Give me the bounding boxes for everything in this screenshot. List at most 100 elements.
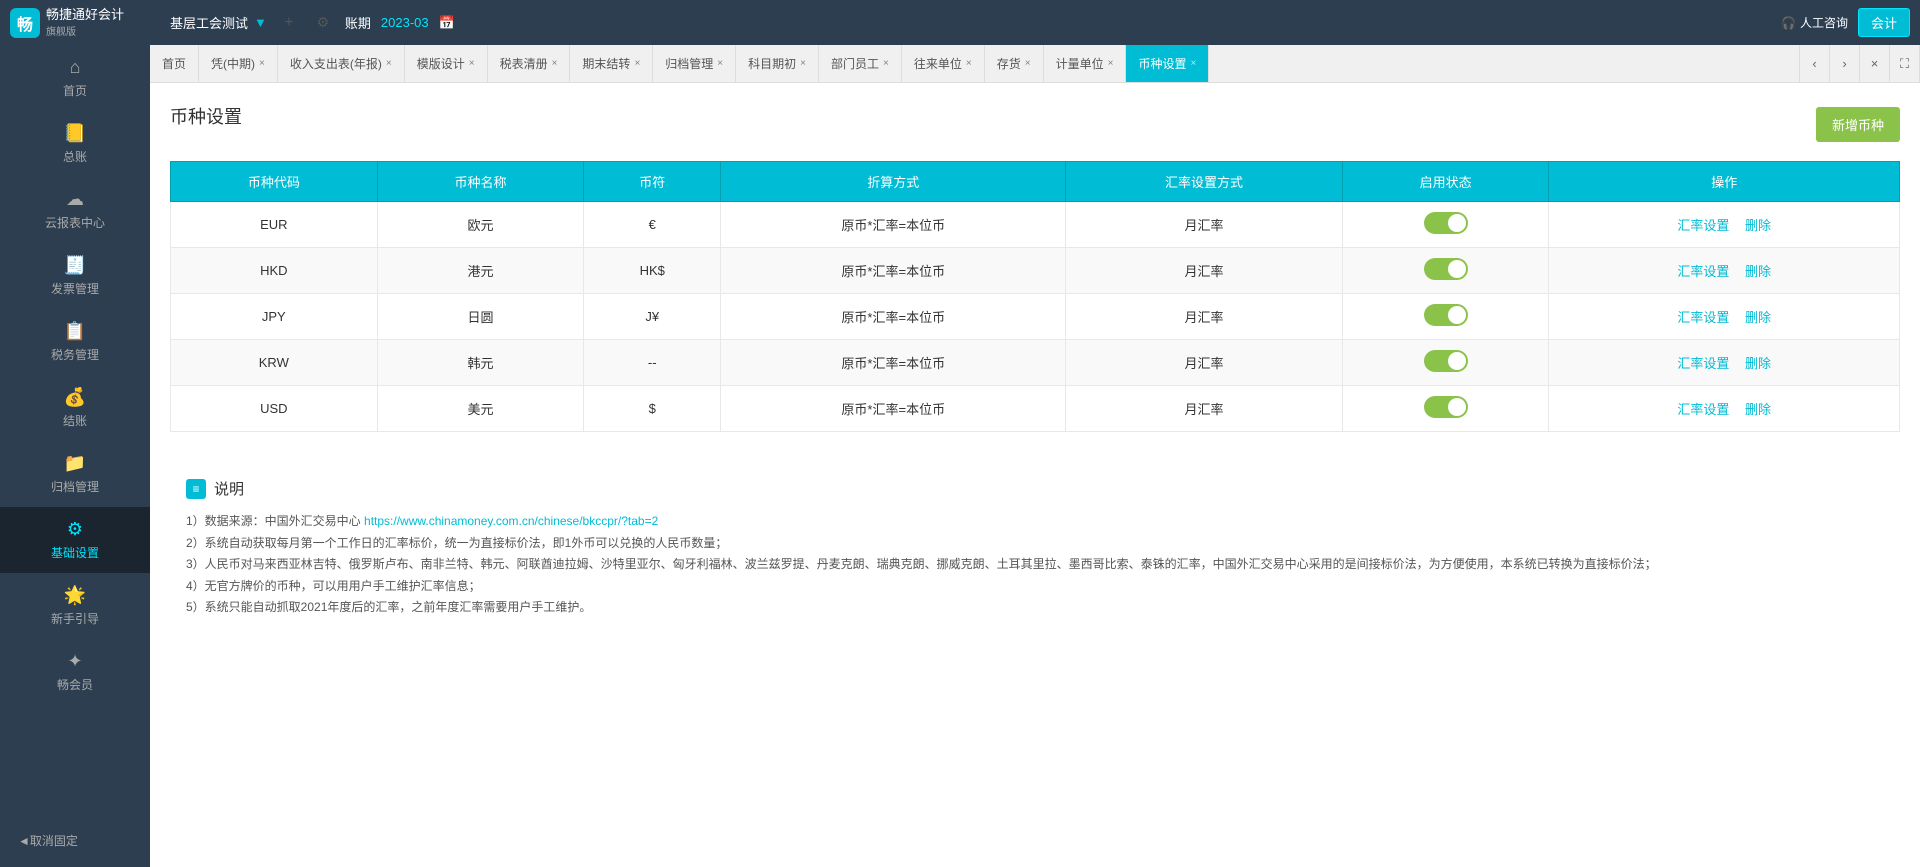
tab-period-end-close[interactable]: × [634,58,640,69]
tab-inventory[interactable]: 存货 × [985,45,1044,82]
tab-close-all-button[interactable]: × [1860,45,1890,83]
sidebar-label-basic-settings: 基础设置 [51,544,99,561]
rate-setting-link[interactable]: 汇率设置 [1677,264,1729,279]
cell-symbol: $ [584,386,721,432]
toggle-track [1424,396,1468,418]
help-button[interactable]: 🎧 人工咨询 [1781,14,1848,31]
rate-setting-link[interactable]: 汇率设置 [1677,356,1729,371]
cell-rate-method: 月汇率 [1066,386,1342,432]
cell-rate-method: 月汇率 [1066,248,1342,294]
tab-template[interactable]: 模版设计 × [405,45,488,82]
tab-unit-close[interactable]: × [1108,58,1114,69]
tab-inventory-close[interactable]: × [1025,58,1031,69]
toggle-track [1424,212,1468,234]
toggle-enabled[interactable] [1424,304,1468,326]
table-row: USD 美元 $ 原币*汇率=本位币 月汇率 汇率设置 删除 [171,386,1900,432]
cell-status [1342,294,1549,340]
delete-link[interactable]: 删除 [1745,310,1771,325]
new-currency-button[interactable]: 新增币种 [1816,107,1900,142]
sidebar-label-guide: 新手引导 [51,610,99,627]
ledger-icon: 📒 [64,123,86,144]
rate-setting-link[interactable]: 汇率设置 [1677,218,1729,233]
tab-department[interactable]: 部门员工 × [819,45,902,82]
basic-settings-icon: ⚙ [67,519,83,540]
toggle-enabled[interactable] [1424,212,1468,234]
help-label: 人工咨询 [1800,14,1848,31]
sidebar-item-reports[interactable]: ☁ 云报表中心 [0,177,150,243]
col-header-calc: 折算方式 [721,162,1066,202]
tab-department-close[interactable]: × [883,58,889,69]
toggle-enabled[interactable] [1424,396,1468,418]
tab-next-button[interactable]: › [1830,45,1860,83]
sidebar-item-tax[interactable]: 📋 税务管理 [0,309,150,375]
settings-icon[interactable]: ⚙ [311,11,335,35]
toggle-thumb [1448,214,1466,232]
col-header-status: 启用状态 [1342,162,1549,202]
main-layout: ⌂ 首页 📒 总账 ☁ 云报表中心 🧾 发票管理 📋 税务管理 💰 结账 📁 归… [0,45,1920,867]
sidebar-item-invoice[interactable]: 🧾 发票管理 [0,243,150,309]
tab-contacts[interactable]: 往来单位 × [902,45,985,82]
tab-voucher-close[interactable]: × [259,58,265,69]
sidebar-item-member[interactable]: ✦ 畅会员 [0,639,150,705]
delete-link[interactable]: 删除 [1745,218,1771,233]
tab-currency[interactable]: 币种设置 × [1126,45,1209,82]
notes-item: 4）无官方牌价的币种，可以用用户手工维护汇率信息； [186,576,1884,598]
toggle-enabled[interactable] [1424,350,1468,372]
tab-voucher[interactable]: 凭(中期) × [199,45,278,82]
cell-status [1342,248,1549,294]
tab-archive-mgmt-close[interactable]: × [717,58,723,69]
calendar-icon[interactable]: 📅 [439,15,455,31]
tab-period-end-label: 期末结转 [582,55,630,72]
tab-currency-label: 币种设置 [1138,55,1186,72]
tab-prev-button[interactable]: ‹ [1800,45,1830,83]
tab-contacts-label: 往来单位 [914,55,962,72]
cancel-pin-button[interactable]: ◄取消固定 [10,824,140,857]
company-name: 基层工会测试 [170,13,248,32]
delete-link[interactable]: 删除 [1745,356,1771,371]
toggle-enabled[interactable] [1424,258,1468,280]
sidebar-item-basic-settings[interactable]: ⚙ 基础设置 [0,507,150,573]
delete-link[interactable]: 删除 [1745,402,1771,417]
tab-tax[interactable]: 税表清册 × [488,45,571,82]
notes-item: 1）数据来源：中国外汇交易中心 https://www.chinamoney.c… [186,511,1884,533]
sidebar-item-guide[interactable]: 🌟 新手引导 [0,573,150,639]
tab-period-end[interactable]: 期末结转 × [570,45,653,82]
tab-tax-close[interactable]: × [552,58,558,69]
tab-home[interactable]: 首页 [150,45,199,82]
company-selector[interactable]: 基层工会测试 ▼ [170,13,267,32]
sidebar-item-archive[interactable]: 📁 归档管理 [0,441,150,507]
tab-subject-init-close[interactable]: × [800,58,806,69]
tab-subject-init[interactable]: 科目期初 × [736,45,819,82]
tab-income-statement-close[interactable]: × [386,58,392,69]
cell-calc-method: 原币*汇率=本位币 [721,340,1066,386]
rate-setting-link[interactable]: 汇率设置 [1677,310,1729,325]
rate-setting-link[interactable]: 汇率设置 [1677,402,1729,417]
page-header: 币种设置 新增币种 [170,103,1900,145]
tab-income-statement[interactable]: 收入支出表(年报) × [278,45,405,82]
tab-contacts-close[interactable]: × [966,58,972,69]
sidebar-item-settlement[interactable]: 💰 结账 [0,375,150,441]
tab-unit[interactable]: 计量单位 × [1044,45,1127,82]
cell-name: 欧元 [377,202,584,248]
cell-code: HKD [171,248,378,294]
account-button[interactable]: 会计 [1858,8,1910,37]
add-tab-button[interactable]: + [277,11,301,35]
tab-archive-mgmt-label: 归档管理 [665,55,713,72]
tab-template-close[interactable]: × [469,58,475,69]
tax-icon: 📋 [64,321,86,342]
tab-home-label: 首页 [162,55,186,72]
sidebar-item-home[interactable]: ⌂ 首页 [0,45,150,111]
delete-link[interactable]: 删除 [1745,264,1771,279]
tab-currency-close[interactable]: × [1190,58,1196,69]
logo-text-area: 畅捷通好会计 旗舰版 [46,7,124,38]
toggle-track [1424,258,1468,280]
tab-expand-button[interactable]: ⛶ [1890,45,1920,83]
sidebar-item-ledger[interactable]: 📒 总账 [0,111,150,177]
notes-list: 1）数据来源：中国外汇交易中心 https://www.chinamoney.c… [186,511,1884,619]
cell-name: 韩元 [377,340,584,386]
reports-icon: ☁ [66,189,84,210]
cell-status [1342,340,1549,386]
tab-archive-mgmt[interactable]: 归档管理 × [653,45,736,82]
notes-external-link[interactable]: https://www.chinamoney.com.cn/chinese/bk… [364,514,658,528]
guide-icon: 🌟 [64,585,86,606]
